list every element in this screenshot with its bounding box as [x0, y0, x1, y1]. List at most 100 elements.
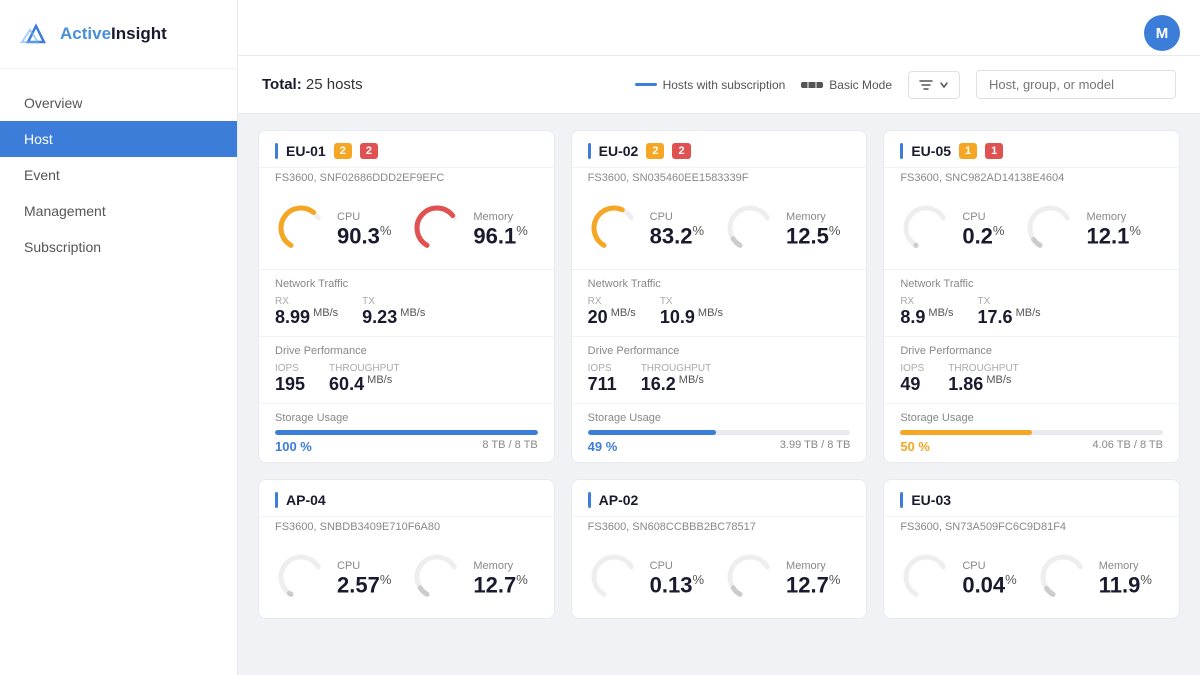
card-subtitle: FS3600, SN608CCBBB2BC78517 — [572, 517, 867, 541]
network-title: Network Traffic — [900, 278, 1163, 290]
card-metrics: CPU 0.2% Memory 12.1% — [884, 192, 1179, 269]
rx-label: RX — [900, 296, 953, 307]
throughput-value: 60.4 MB/s — [329, 374, 400, 395]
cpu-info: CPU 0.2% — [962, 211, 1004, 250]
network-section: Network Traffic RX 8.99 MB/s TX 9.23 MB/… — [259, 269, 554, 336]
storage-pct: 49 % — [588, 439, 618, 454]
network-row: RX 8.99 MB/s TX 9.23 MB/s — [275, 296, 538, 328]
storage-title: Storage Usage — [275, 412, 538, 424]
storage-labels: 50 % 4.06 TB / 8 TB — [900, 439, 1163, 454]
sidebar-item-management[interactable]: Management — [0, 193, 237, 229]
legend-subscription: Hosts with subscription — [635, 78, 786, 92]
badge-critical: 2 — [672, 143, 690, 159]
memory-gauge: Memory 12.5% — [724, 202, 840, 259]
tx-stat: TX 10.9 MB/s — [660, 296, 723, 328]
card-header-bar — [900, 143, 903, 159]
rx-stat: RX 8.99 MB/s — [275, 296, 338, 328]
drive-section: Drive Performance IOPS 195 Throughput 60… — [259, 336, 554, 403]
legend-subscription-line — [635, 83, 657, 86]
drive-title: Drive Performance — [900, 345, 1163, 357]
card-subtitle: FS3600, SN73A509FC6C9D81F4 — [884, 517, 1179, 541]
iops-label: IOPS — [900, 363, 924, 374]
legend-basic-line — [801, 82, 823, 88]
memory-gauge-svg — [724, 551, 776, 608]
card-header: EU-05 1 1 — [884, 131, 1179, 168]
drive-section: Drive Performance IOPS 49 Throughput 1.8… — [884, 336, 1179, 403]
badge-critical: 1 — [985, 143, 1003, 159]
memory-gauge-svg — [411, 202, 463, 259]
rx-label: RX — [588, 296, 636, 307]
storage-title: Storage Usage — [588, 412, 851, 424]
tx-stat: TX 17.6 MB/s — [977, 296, 1040, 328]
iops-stat: IOPS 195 — [275, 363, 305, 395]
cpu-gauge-svg — [588, 551, 640, 608]
card-header-bar — [275, 492, 278, 508]
throughput-value: 16.2 MB/s — [641, 374, 712, 395]
card-header: AP-02 — [572, 480, 867, 517]
filter-button[interactable] — [908, 71, 960, 99]
memory-label: Memory — [1086, 211, 1140, 223]
storage-used: 8 TB / 8 TB — [482, 439, 537, 454]
throughput-stat: Throughput 16.2 MB/s — [641, 363, 712, 395]
storage-bar-fill — [900, 430, 1031, 435]
card-title: EU-05 — [911, 143, 951, 159]
throughput-label: Throughput — [948, 363, 1019, 374]
memory-value: 12.7% — [473, 572, 527, 599]
memory-value: 96.1% — [473, 223, 527, 250]
card-header: EU-02 2 2 — [572, 131, 867, 168]
memory-value: 12.7% — [786, 572, 840, 599]
tx-value: 9.23 MB/s — [362, 307, 425, 328]
card-title: EU-01 — [286, 143, 326, 159]
network-title: Network Traffic — [588, 278, 851, 290]
badge-critical: 2 — [360, 143, 378, 159]
card-metrics: CPU 2.57% Memory 12.7% — [259, 541, 554, 618]
iops-label: IOPS — [275, 363, 305, 374]
host-card: EU-01 2 2 FS3600, SNF02686DDD2EF9EFC CPU… — [258, 130, 555, 463]
storage-labels: 49 % 3.99 TB / 8 TB — [588, 439, 851, 454]
card-metrics: CPU 90.3% Memory 96.1% — [259, 192, 554, 269]
memory-label: Memory — [473, 211, 527, 223]
rx-value: 8.9 MB/s — [900, 307, 953, 328]
cpu-value: 2.57% — [337, 572, 391, 599]
memory-value: 12.1% — [1086, 223, 1140, 250]
host-card: EU-05 1 1 FS3600, SNC982AD14138E4604 CPU… — [883, 130, 1180, 463]
memory-gauge-svg — [1024, 202, 1076, 259]
card-subtitle: FS3600, SN035460EE1583339F — [572, 168, 867, 192]
cpu-gauge-svg — [900, 202, 952, 259]
sidebar-item-event[interactable]: Event — [0, 157, 237, 193]
card-metrics: CPU 83.2% Memory 12.5% — [572, 192, 867, 269]
storage-title: Storage Usage — [900, 412, 1163, 424]
tx-label: TX — [362, 296, 425, 307]
memory-info: Memory 12.7% — [786, 560, 840, 599]
sidebar-item-overview[interactable]: Overview — [0, 85, 237, 121]
cpu-label: CPU — [650, 211, 704, 223]
card-metrics: CPU 0.04% Memory 11.9% — [884, 541, 1179, 618]
cpu-info: CPU 2.57% — [337, 560, 391, 599]
sidebar-item-subscription[interactable]: Subscription — [0, 229, 237, 265]
memory-label: Memory — [473, 560, 527, 572]
card-header-bar — [588, 492, 591, 508]
host-card: AP-02 FS3600, SN608CCBBB2BC78517 CPU 0.1… — [571, 479, 868, 619]
rx-value: 20 MB/s — [588, 307, 636, 328]
cpu-gauge-svg — [900, 551, 952, 608]
card-subtitle: FS3600, SNC982AD14138E4604 — [884, 168, 1179, 192]
card-title: EU-02 — [599, 143, 639, 159]
network-row: RX 20 MB/s TX 10.9 MB/s — [588, 296, 851, 328]
throughput-label: Throughput — [329, 363, 400, 374]
cpu-gauge: CPU 2.57% — [275, 551, 391, 608]
cpu-info: CPU 90.3% — [337, 211, 391, 250]
avatar[interactable]: M — [1144, 15, 1180, 51]
network-title: Network Traffic — [275, 278, 538, 290]
network-row: RX 8.9 MB/s TX 17.6 MB/s — [900, 296, 1163, 328]
host-count-label: Total: 25 hosts — [262, 76, 363, 93]
total-label: Total: — [262, 76, 302, 93]
card-header-bar — [588, 143, 591, 159]
rx-value: 8.99 MB/s — [275, 307, 338, 328]
tx-value: 17.6 MB/s — [977, 307, 1040, 328]
storage-section: Storage Usage 100 % 8 TB / 8 TB — [259, 403, 554, 462]
iops-value: 711 — [588, 374, 617, 395]
sidebar-item-host[interactable]: Host — [0, 121, 237, 157]
iops-stat: IOPS 711 — [588, 363, 617, 395]
page-header: Total: 25 hosts Hosts with subscription … — [238, 56, 1200, 114]
search-input[interactable] — [976, 70, 1176, 99]
